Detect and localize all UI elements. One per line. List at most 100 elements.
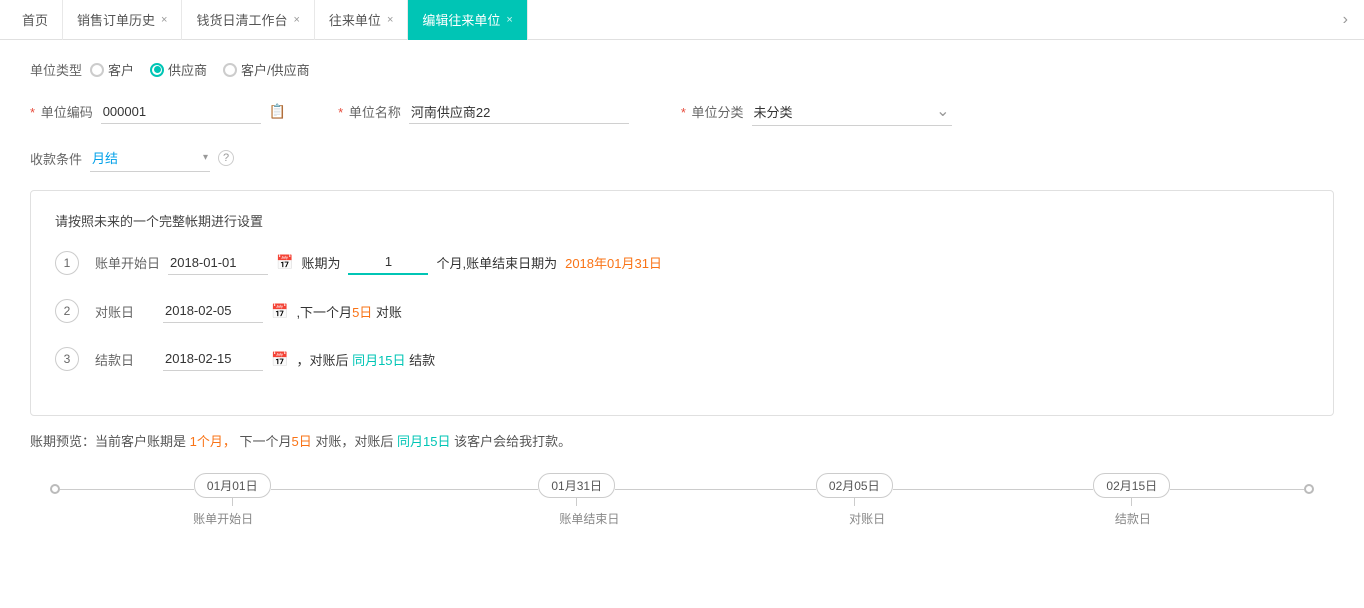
unit-category-value: 未分类 (754, 102, 937, 121)
step-num-3: 3 (55, 347, 79, 371)
unit-category-select[interactable]: 未分类 ⌄ (752, 97, 952, 126)
step-date-input-2[interactable] (163, 299, 263, 323)
period-end-date: 2018年01月31日 (565, 253, 662, 272)
radio-circle-supplier (150, 63, 164, 77)
step-calendar-icon-3[interactable]: 📅 (271, 351, 288, 368)
tab-edit-partner[interactable]: 编辑往来单位 × (408, 0, 527, 40)
period-desc-prefix: 账期为 (301, 253, 340, 272)
required-star-name: * (338, 105, 343, 120)
required-star-code: * (30, 105, 35, 120)
unit-name-group: * 单位名称 (338, 100, 629, 124)
preview-highlight1: 1个月， (190, 434, 236, 449)
card-title: 请按照未来的一个完整帐期进行设置 (55, 211, 1309, 230)
main-content: 单位类型 客户 供应商 客户/供应商 (0, 40, 1364, 608)
step-label-2: 对账日 (95, 302, 155, 321)
unit-name-label: * 单位名称 (338, 102, 401, 121)
tab-partner-unit[interactable]: 往来单位 × (315, 0, 408, 40)
unit-type-label: 单位类型 (30, 60, 82, 79)
step-row-3: 3 结款日 📅 ，对账后 同月15日 结款 (55, 347, 1309, 371)
timeline-label-wrapper-3: 对账日 (849, 510, 885, 527)
step-date-input-1[interactable] (168, 251, 268, 275)
radio-customer-supplier[interactable]: 客户/供应商 (223, 60, 310, 79)
tab-close-partner-unit[interactable]: × (387, 14, 393, 26)
timeline-end-dot (1304, 484, 1314, 494)
preview-highlight2: 5日 (292, 434, 312, 449)
unit-info-row: * 单位编码 📋 * 单位名称 * 单位分类 未分类 ⌄ (30, 97, 1334, 126)
unit-category-label: * 单位分类 (681, 102, 744, 121)
timeline-badge-3: 02月05日 (816, 473, 893, 498)
timeline-label-wrapper-2: 账单结束日 (559, 510, 619, 527)
step-content-2: 对账日 📅 ,下一个月5日 对账 (95, 299, 402, 323)
period-unit-text: 个月,账单结束日期为 (436, 253, 557, 272)
unit-code-label: * 单位编码 (30, 102, 93, 121)
timeline-point-2: 01月31日 (538, 473, 615, 506)
step-num-1: 1 (55, 251, 79, 275)
timeline-row: 01月01日 01月31日 02月05日 02月15日 (50, 473, 1314, 506)
payment-terms-dropdown-icon: ▾ (203, 152, 208, 163)
radio-circle-customer (90, 63, 104, 77)
step-calendar-icon-1[interactable]: 📅 (276, 254, 293, 271)
unit-code-input[interactable] (101, 100, 261, 124)
timeline-label-3: 对账日 (849, 510, 885, 527)
timeline-label-4: 结款日 (1115, 510, 1151, 527)
step-3-day: 同月15日 (352, 353, 405, 368)
step-row-1: 1 账单开始日 📅 账期为 个月,账单结束日期为 2018年01月31日 (55, 250, 1309, 275)
tab-close-cash-work[interactable]: × (293, 14, 299, 26)
timeline-badge-2: 01月31日 (538, 473, 615, 498)
payment-terms-select[interactable]: 月结 ▾ (90, 144, 210, 172)
timeline-start-dot (50, 484, 60, 494)
timeline-line-2 (271, 489, 539, 490)
radio-dot-supplier (154, 66, 161, 73)
tab-close-sales-history[interactable]: × (161, 14, 167, 26)
radio-supplier[interactable]: 供应商 (150, 60, 207, 79)
step-date-input-3[interactable] (163, 347, 263, 371)
preview-section: 账期预览：当前客户账期是 1个月， 下一个月5日 对账，对账后 同月15日 该客… (30, 432, 1334, 453)
timeline-point-4: 02月15日 (1093, 473, 1170, 506)
period-settings-card: 请按照未来的一个完整帐期进行设置 1 账单开始日 📅 账期为 个月,账单结束日期… (30, 190, 1334, 416)
radio-label-customer-supplier: 客户/供应商 (241, 60, 310, 79)
tab-close-edit-partner[interactable]: × (506, 14, 512, 26)
unit-name-input[interactable] (409, 100, 629, 124)
period-value-input[interactable] (348, 250, 428, 275)
preview-middle1: 下一个月 (240, 434, 292, 449)
timeline-tick-1 (232, 498, 233, 506)
step-row-2: 2 对账日 📅 ,下一个月5日 对账 (55, 299, 1309, 323)
tab-cash-work[interactable]: 钱货日清工作台 × (182, 0, 314, 40)
timeline-label-wrapper-1: 账单开始日 (193, 510, 253, 527)
radio-customer[interactable]: 客户 (90, 60, 134, 79)
payment-terms-help-icon[interactable]: ? (218, 150, 234, 166)
preview-suffix: 该客户会给我打款。 (454, 434, 571, 449)
step-label-3: 结款日 (95, 350, 155, 369)
timeline-tick-4 (1131, 498, 1132, 506)
tabs-bar: 首页 销售订单历史 × 钱货日清工作台 × 往来单位 × 编辑往来单位 × › (0, 0, 1364, 40)
timeline-line-3 (615, 489, 816, 490)
step-label-1: 账单开始日 (95, 253, 160, 272)
tab-home[interactable]: 首页 (8, 0, 63, 40)
payment-terms-group: 收款条件 月结 ▾ ? (30, 144, 234, 172)
unit-code-calendar-icon[interactable]: 📋 (269, 103, 286, 120)
step-num-2: 2 (55, 299, 79, 323)
unit-type-group: 单位类型 客户 供应商 客户/供应商 (30, 60, 310, 79)
tabs-more-button[interactable]: › (1335, 11, 1356, 29)
step-2-day: 5日 (352, 305, 372, 320)
payment-terms-row: 收款条件 月结 ▾ ? (30, 144, 1334, 172)
timeline-label-2: 账单结束日 (559, 510, 619, 527)
category-dropdown-icon: ⌄ (936, 101, 949, 121)
unit-code-group: * 单位编码 📋 (30, 100, 286, 124)
timeline-badge-1: 01月01日 (194, 473, 271, 498)
radio-circle-customer-supplier (223, 63, 237, 77)
payment-terms-value: 月结 (92, 148, 199, 167)
step-content-3: 结款日 📅 ，对账后 同月15日 结款 (95, 347, 435, 371)
step-3-desc: ，对账后 同月15日 结款 (296, 350, 435, 369)
step-calendar-icon-2[interactable]: 📅 (271, 303, 288, 320)
timeline-tick-3 (854, 498, 855, 506)
required-star-category: * (681, 105, 686, 120)
payment-terms-label: 收款条件 (30, 149, 82, 168)
unit-category-group: * 单位分类 未分类 ⌄ (681, 97, 952, 126)
radio-label-customer: 客户 (108, 60, 134, 79)
step-2-desc: ,下一个月5日 对账 (296, 302, 401, 321)
timeline-tick-2 (576, 498, 577, 506)
unit-type-row: 单位类型 客户 供应商 客户/供应商 (30, 60, 1334, 79)
preview-highlight3: 同月15日 (397, 434, 450, 449)
tab-sales-history[interactable]: 销售订单历史 × (63, 0, 182, 40)
